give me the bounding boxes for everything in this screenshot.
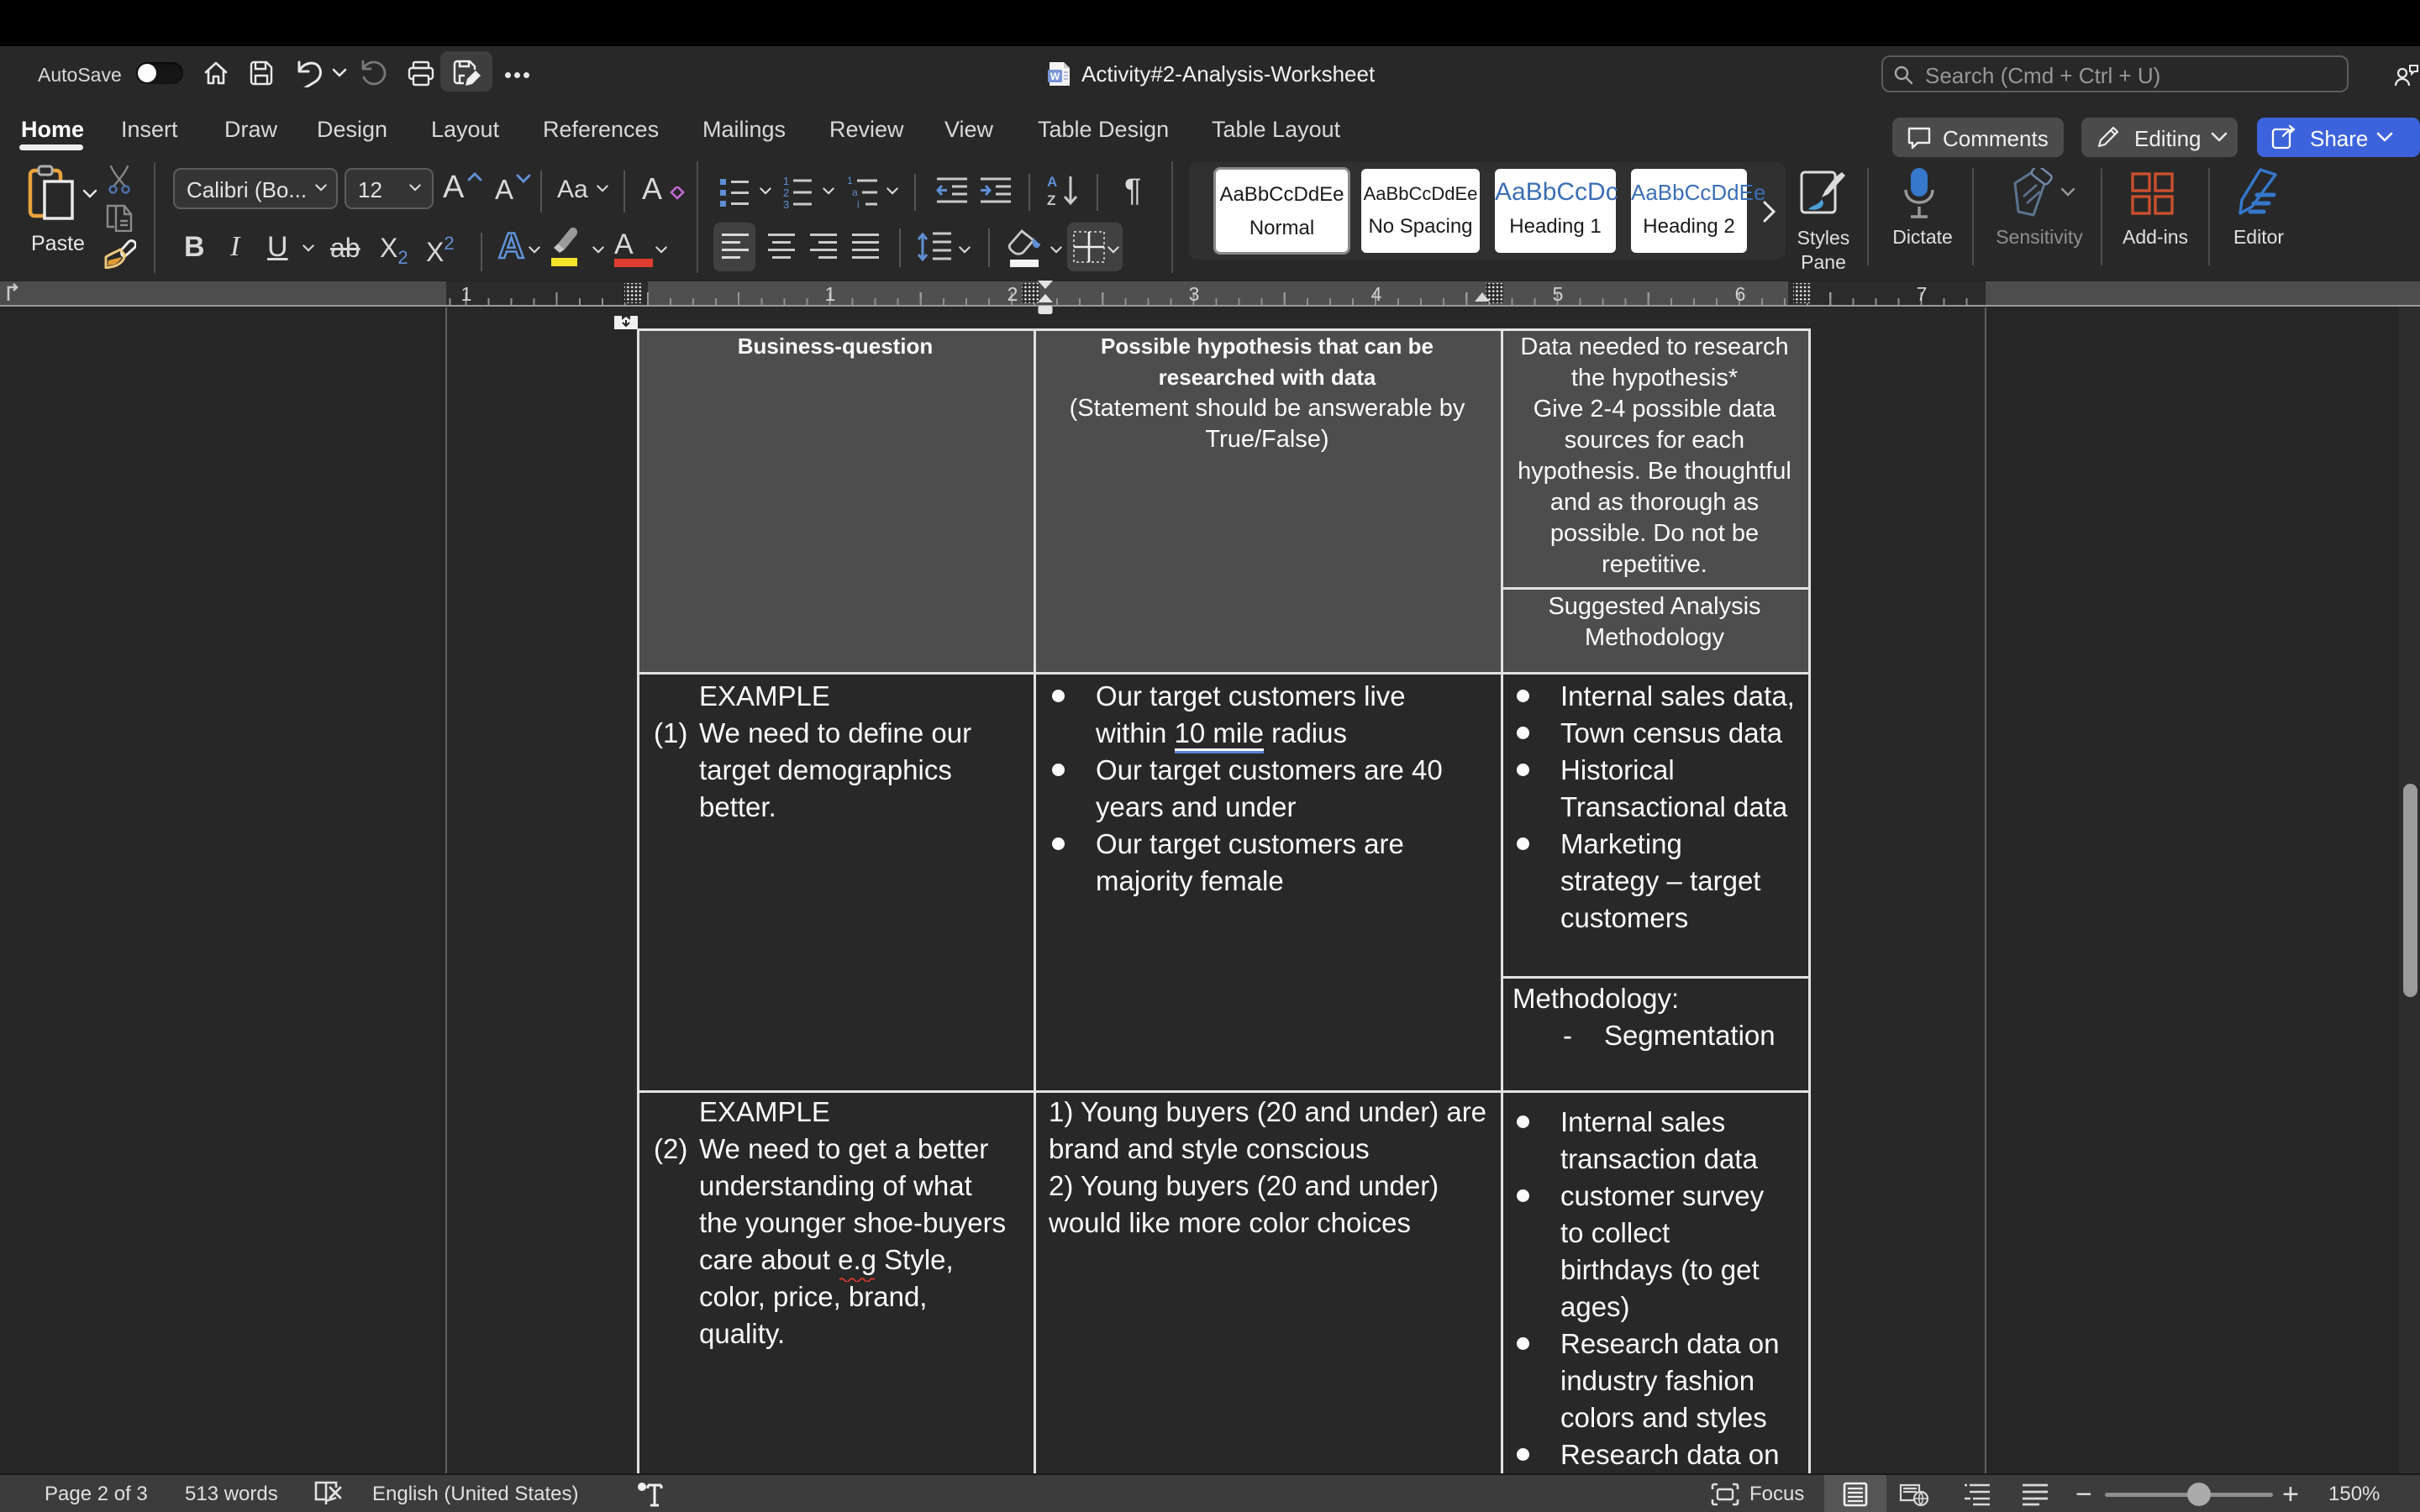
svg-text:1: 1: [783, 175, 789, 187]
svg-text:W: W: [1050, 71, 1060, 82]
svg-text:2: 2: [783, 186, 789, 199]
svg-text:i: i: [857, 198, 860, 210]
svg-text:A: A: [1047, 174, 1057, 190]
svg-text:1: 1: [847, 175, 853, 186]
svg-text:a: a: [852, 186, 858, 198]
svg-text:3: 3: [783, 198, 789, 210]
svg-text:Z: Z: [1047, 192, 1055, 208]
